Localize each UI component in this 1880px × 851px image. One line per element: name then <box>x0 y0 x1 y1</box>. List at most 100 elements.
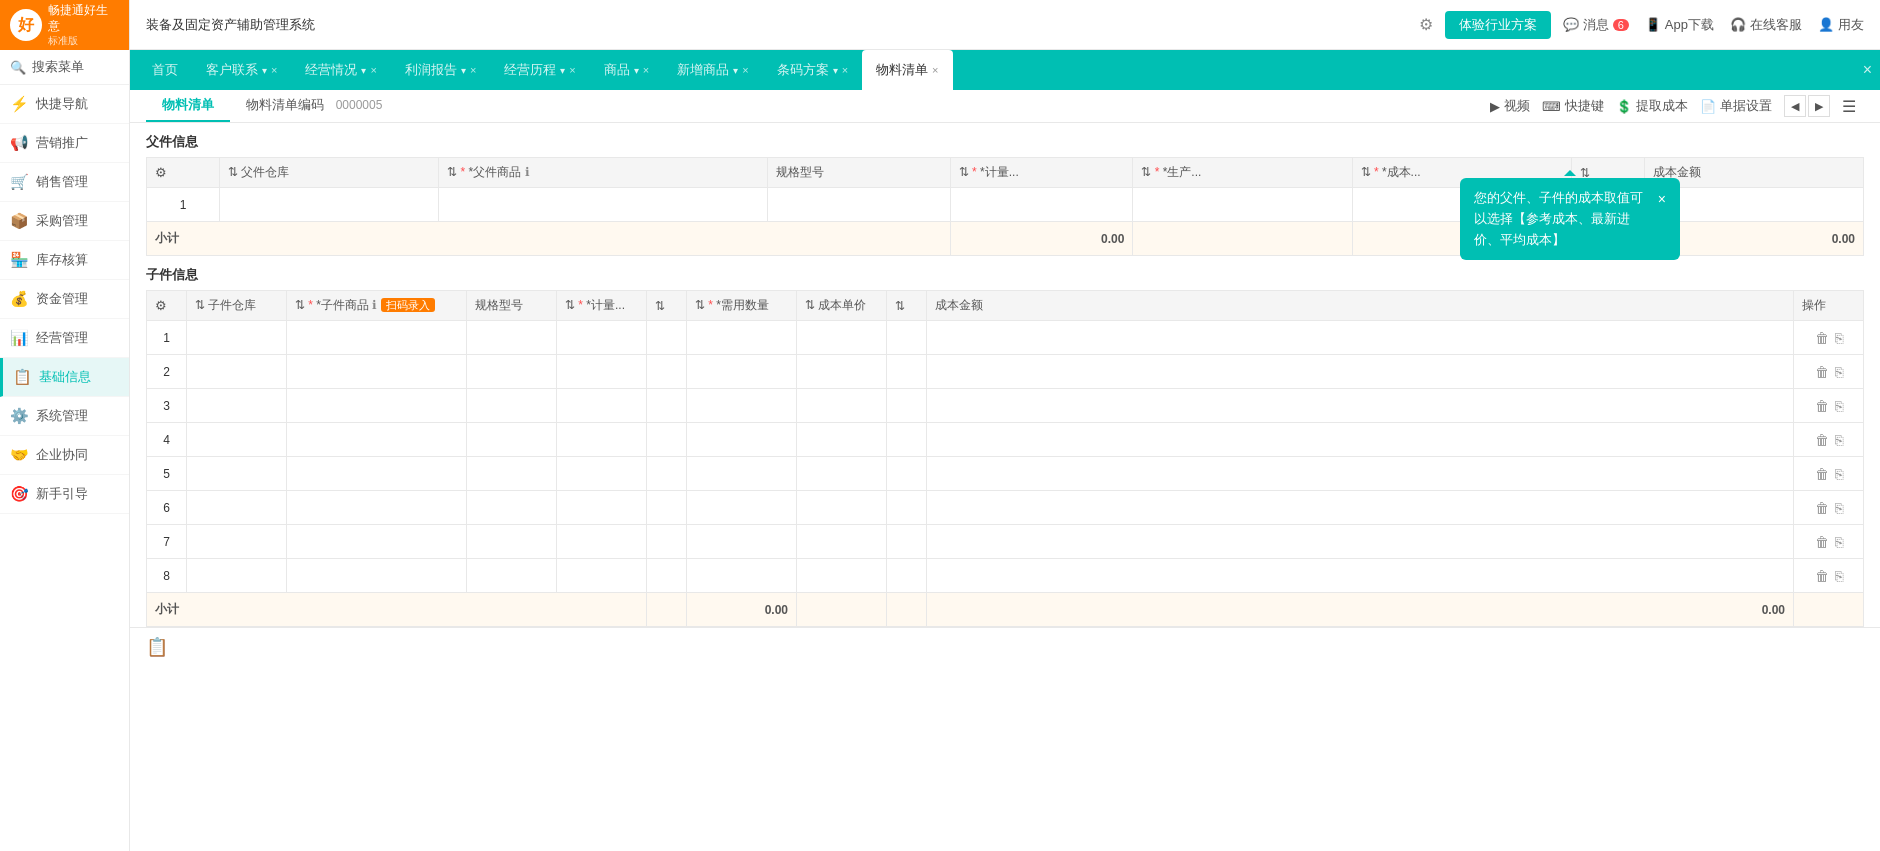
cost-btn[interactable]: 💲 提取成本 <box>1616 97 1688 115</box>
child-qty-unit-cell[interactable] <box>557 491 647 525</box>
child-spec-cell[interactable] <box>467 491 557 525</box>
child-unit-cost-cell[interactable] <box>797 389 887 423</box>
tab-home[interactable]: 首页 <box>138 50 192 90</box>
child-spec-cell[interactable] <box>467 321 557 355</box>
tab-close-icon[interactable]: × <box>370 64 376 76</box>
child-qty-unit-cell[interactable] <box>557 389 647 423</box>
sub-tab-bom-list[interactable]: 物料清单 <box>146 90 230 122</box>
sidebar-item-guide[interactable]: 🎯 新手引导 <box>0 475 129 514</box>
video-btn[interactable]: ▶ 视频 <box>1490 97 1530 115</box>
child-product-cell[interactable] <box>287 321 467 355</box>
delete-icon[interactable]: 🗑 <box>1815 466 1829 482</box>
child-warehouse-cell[interactable] <box>187 457 287 491</box>
sidebar-item-basic-info[interactable]: 📋 基础信息 <box>0 358 129 397</box>
child-warehouse-cell[interactable] <box>187 389 287 423</box>
child-need-qty-cell[interactable] <box>687 423 797 457</box>
child-spec-cell[interactable] <box>467 355 557 389</box>
child-warehouse-cell[interactable] <box>187 491 287 525</box>
search-menu[interactable]: 🔍 搜索菜单 <box>0 50 129 85</box>
delete-icon[interactable]: 🗑 <box>1815 364 1829 380</box>
scan-input-badge[interactable]: 扫码录入 <box>381 298 435 312</box>
delete-icon[interactable]: 🗑 <box>1815 568 1829 584</box>
child-product-cell[interactable] <box>287 559 467 593</box>
delete-icon[interactable]: 🗑 <box>1815 432 1829 448</box>
experience-btn[interactable]: 体验行业方案 <box>1445 11 1551 39</box>
tab-history[interactable]: 经营历程 ▾ × <box>490 50 589 90</box>
parent-produce-cell[interactable] <box>1133 188 1352 222</box>
child-unit-cost-cell[interactable] <box>797 423 887 457</box>
sidebar-item-finance[interactable]: 💰 资金管理 <box>0 280 129 319</box>
online-service-item[interactable]: 🎧 在线客服 <box>1730 16 1802 34</box>
copy-icon[interactable]: ⎘ <box>1835 330 1843 346</box>
message-item[interactable]: 💬 消息 6 <box>1563 16 1629 34</box>
tab-barcode[interactable]: 条码方案 ▾ × <box>763 50 862 90</box>
copy-icon[interactable]: ⎘ <box>1835 534 1843 550</box>
child-qty-unit-cell[interactable] <box>557 423 647 457</box>
sidebar-item-operations[interactable]: 📊 经营管理 <box>0 319 129 358</box>
sidebar-item-sales[interactable]: 🛒 销售管理 <box>0 163 129 202</box>
tab-close-icon[interactable]: × <box>271 64 277 76</box>
tab-close-icon[interactable]: × <box>932 64 938 76</box>
child-product-cell[interactable] <box>287 389 467 423</box>
child-spec-cell[interactable] <box>467 457 557 491</box>
child-need-qty-cell[interactable] <box>687 389 797 423</box>
tab-bom[interactable]: 物料清单 × <box>862 50 952 90</box>
pager-prev-btn[interactable]: ◀ <box>1784 95 1806 117</box>
sidebar-item-quick-nav[interactable]: ⚡ 快捷导航 <box>0 85 129 124</box>
child-qty-unit-cell[interactable] <box>557 321 647 355</box>
child-warehouse-cell[interactable] <box>187 559 287 593</box>
list-view-icon[interactable]: ☰ <box>1842 97 1856 116</box>
child-unit-cost-cell[interactable] <box>797 457 887 491</box>
parent-qty-cell[interactable] <box>950 188 1133 222</box>
tab-close-icon[interactable]: × <box>643 64 649 76</box>
pager-next-btn[interactable]: ▶ <box>1808 95 1830 117</box>
tab-customer[interactable]: 客户联系 ▾ × <box>192 50 291 90</box>
child-product-cell[interactable] <box>287 457 467 491</box>
child-unit-cost-cell[interactable] <box>797 559 887 593</box>
child-need-qty-cell[interactable] <box>687 491 797 525</box>
child-unit-cost-cell[interactable] <box>797 355 887 389</box>
child-warehouse-cell[interactable] <box>187 355 287 389</box>
child-product-cell[interactable] <box>287 491 467 525</box>
child-qty-unit-cell[interactable] <box>557 457 647 491</box>
app-download-item[interactable]: 📱 App下载 <box>1645 16 1714 34</box>
copy-icon[interactable]: ⎘ <box>1835 500 1843 516</box>
child-qty-unit-cell[interactable] <box>557 525 647 559</box>
tooltip-close-btn[interactable]: × <box>1658 188 1666 210</box>
child-spec-cell[interactable] <box>467 525 557 559</box>
child-unit-cost-cell[interactable] <box>797 525 887 559</box>
copy-icon[interactable]: ⎘ <box>1835 466 1843 482</box>
tab-close-icon[interactable]: × <box>842 64 848 76</box>
child-product-cell[interactable] <box>287 423 467 457</box>
tab-new-product[interactable]: 新增商品 ▾ × <box>663 50 762 90</box>
copy-icon[interactable]: ⎘ <box>1835 398 1843 414</box>
child-need-qty-cell[interactable] <box>687 321 797 355</box>
child-unit-cost-cell[interactable] <box>797 491 887 525</box>
tab-close-icon[interactable]: × <box>569 64 575 76</box>
parent-warehouse-cell[interactable] <box>220 188 439 222</box>
tab-product[interactable]: 商品 ▾ × <box>590 50 663 90</box>
child-warehouse-cell[interactable] <box>187 321 287 355</box>
sub-tab-bom-code[interactable]: 物料清单编码 0000005 <box>230 90 398 122</box>
delete-icon[interactable]: 🗑 <box>1815 330 1829 346</box>
child-unit-cost-cell[interactable] <box>797 321 887 355</box>
close-all-tabs-icon[interactable]: × <box>1863 61 1872 79</box>
shortcut-btn[interactable]: ⌨ 快捷键 <box>1542 97 1604 115</box>
parent-col-gear[interactable]: ⚙ <box>147 158 220 188</box>
parent-spec-cell[interactable] <box>768 188 951 222</box>
single-setting-btn[interactable]: 📄 单据设置 <box>1700 97 1772 115</box>
child-spec-cell[interactable] <box>467 423 557 457</box>
sidebar-item-marketing[interactable]: 📢 营销推广 <box>0 124 129 163</box>
parent-product-cell[interactable] <box>439 188 768 222</box>
copy-icon[interactable]: ⎘ <box>1835 432 1843 448</box>
sidebar-item-system[interactable]: ⚙️ 系统管理 <box>0 397 129 436</box>
child-need-qty-cell[interactable] <box>687 559 797 593</box>
child-product-cell[interactable] <box>287 355 467 389</box>
child-qty-unit-cell[interactable] <box>557 559 647 593</box>
child-product-cell[interactable] <box>287 525 467 559</box>
child-warehouse-cell[interactable] <box>187 423 287 457</box>
child-col-gear[interactable]: ⚙ <box>147 291 187 321</box>
tab-close-icon[interactable]: × <box>742 64 748 76</box>
sidebar-item-purchase[interactable]: 📦 采购管理 <box>0 202 129 241</box>
child-qty-unit-cell[interactable] <box>557 355 647 389</box>
